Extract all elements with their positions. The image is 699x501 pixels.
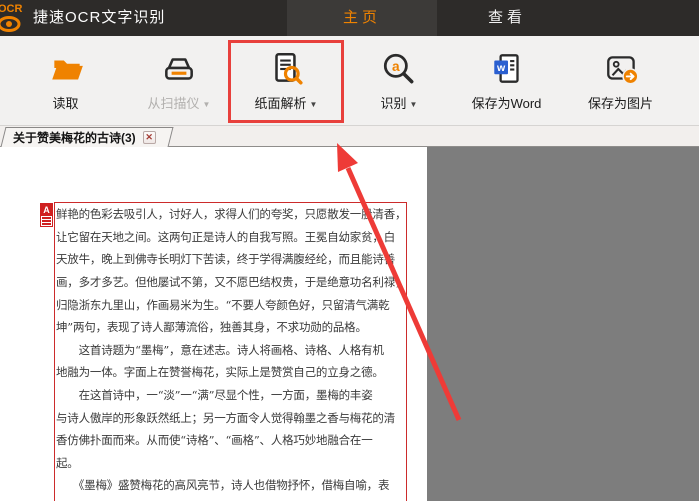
document-tab-title: 关于赞美梅花的古诗(3) bbox=[13, 130, 136, 145]
document-text-line: 坤”两句，表现了诗人鄙薄流俗，独善其身，不求功勋的品格。 bbox=[56, 320, 367, 335]
ocr-logo-icon: OCR bbox=[0, 2, 28, 34]
document-text-line: 地融为一体。字面上在赞誉梅花，实际上是赞赏自己的立身之德。 bbox=[56, 365, 384, 380]
background-panel bbox=[427, 147, 699, 501]
text-region-marker-icon[interactable]: A bbox=[40, 203, 53, 227]
read-button[interactable]: 读取 bbox=[12, 50, 122, 112]
recognize-button[interactable]: a 识别 ▼ bbox=[344, 50, 454, 112]
titlebar: OCR 捷速OCR文字识别 主页 查看 bbox=[0, 0, 699, 36]
from-scanner-label: 从扫描仪 ▼ bbox=[147, 96, 211, 111]
svg-text:OCR: OCR bbox=[0, 3, 23, 15]
recognize-label: 识别 ▼ bbox=[380, 96, 418, 111]
document-page: A 鲜艳的色彩去吸引人，讨好人，求得人们的夸奖，只愿散发一股清香， 让它留在天地之… bbox=[0, 147, 427, 501]
content-area: A 鲜艳的色彩去吸引人，讨好人，求得人们的夸奖，只愿散发一股清香， 让它留在天地之… bbox=[0, 147, 699, 501]
from-scanner-button[interactable]: 从扫描仪 ▼ bbox=[124, 50, 234, 112]
svg-text:a: a bbox=[392, 59, 400, 74]
document-text-line: 让它留在天地之间。这两句正是诗人的自我写照。王冕自幼家贫，白 bbox=[56, 229, 395, 244]
document-text-line: 鲜艳的色彩去吸引人，讨好人，求得人们的夸奖，只愿散发一股清香， bbox=[56, 207, 406, 222]
save-as-word-label: 保存为Word bbox=[471, 96, 542, 111]
save-image-icon bbox=[603, 50, 641, 88]
save-as-image-button[interactable]: 保存为图片 bbox=[567, 50, 677, 112]
folder-open-icon bbox=[48, 50, 86, 88]
scanner-icon bbox=[160, 50, 198, 88]
save-as-word-button[interactable]: w 保存为Word bbox=[453, 50, 563, 112]
document-search-icon bbox=[267, 50, 305, 88]
document-text-line: 这首诗题为“墨梅”，意在述志。诗人将画格、诗格、人格有机 bbox=[56, 342, 384, 357]
save-word-icon: w bbox=[489, 50, 527, 88]
toolbar: 读取 从扫描仪 ▼ 纸面解析 ▼ a 识别 ▼ w 保存为Word 保存为图片 bbox=[0, 36, 699, 126]
recognize-icon: a bbox=[380, 50, 418, 88]
document-text-line: 天放牛，晚上到佛寺长明灯下苦读，终于学得满腹经纶，而且能诗善 bbox=[56, 252, 395, 267]
document-text-line: 归隐浙东九里山，作画易米为生。“不要人夸颜色好，只留清气满乾 bbox=[56, 297, 390, 312]
document-tab[interactable]: 关于赞美梅花的古诗(3) ✕ bbox=[3, 127, 171, 147]
tab-close-icon[interactable]: ✕ bbox=[142, 130, 156, 144]
app-title: 捷速OCR文字识别 bbox=[33, 9, 166, 26]
save-as-image-label: 保存为图片 bbox=[587, 96, 653, 111]
paper-parse-label: 纸面解析 ▼ bbox=[254, 96, 318, 111]
document-text-line: 与诗人傲岸的形象跃然纸上；另一方面令人觉得翰墨之香与梅花的清 bbox=[56, 410, 395, 425]
menu-tab-view[interactable]: 查看 bbox=[437, 0, 577, 36]
ocr-text-region[interactable]: 鲜艳的色彩去吸引人，讨好人，求得人们的夸奖，只愿散发一股清香， 让它留在天地之间。… bbox=[54, 202, 407, 501]
svg-text:w: w bbox=[496, 62, 506, 74]
document-text-line: 在这首诗中，一“淡”一“满”尽显个性，一方面，墨梅的丰姿 bbox=[56, 388, 373, 403]
paper-parse-button[interactable]: 纸面解析 ▼ bbox=[231, 50, 341, 112]
read-label: 读取 bbox=[52, 96, 79, 111]
document-text-line: 《墨梅》盛赞梅花的高风亮节，诗人也借物抒怀，借梅自喻，表 bbox=[56, 478, 390, 493]
document-text-line: 香仿佛扑面而来。从而使“诗格”、“画格”、人格巧妙地融合在一 bbox=[56, 433, 373, 448]
document-text-line: 起。 bbox=[56, 455, 79, 470]
menu-tab-home[interactable]: 主页 bbox=[287, 0, 437, 36]
document-tabbar: 关于赞美梅花的古诗(3) ✕ bbox=[0, 126, 699, 147]
document-text-line: 画，多才多艺。但他屡试不第，又不愿巴结权贵，于是绝意功名利禄， bbox=[56, 275, 406, 290]
